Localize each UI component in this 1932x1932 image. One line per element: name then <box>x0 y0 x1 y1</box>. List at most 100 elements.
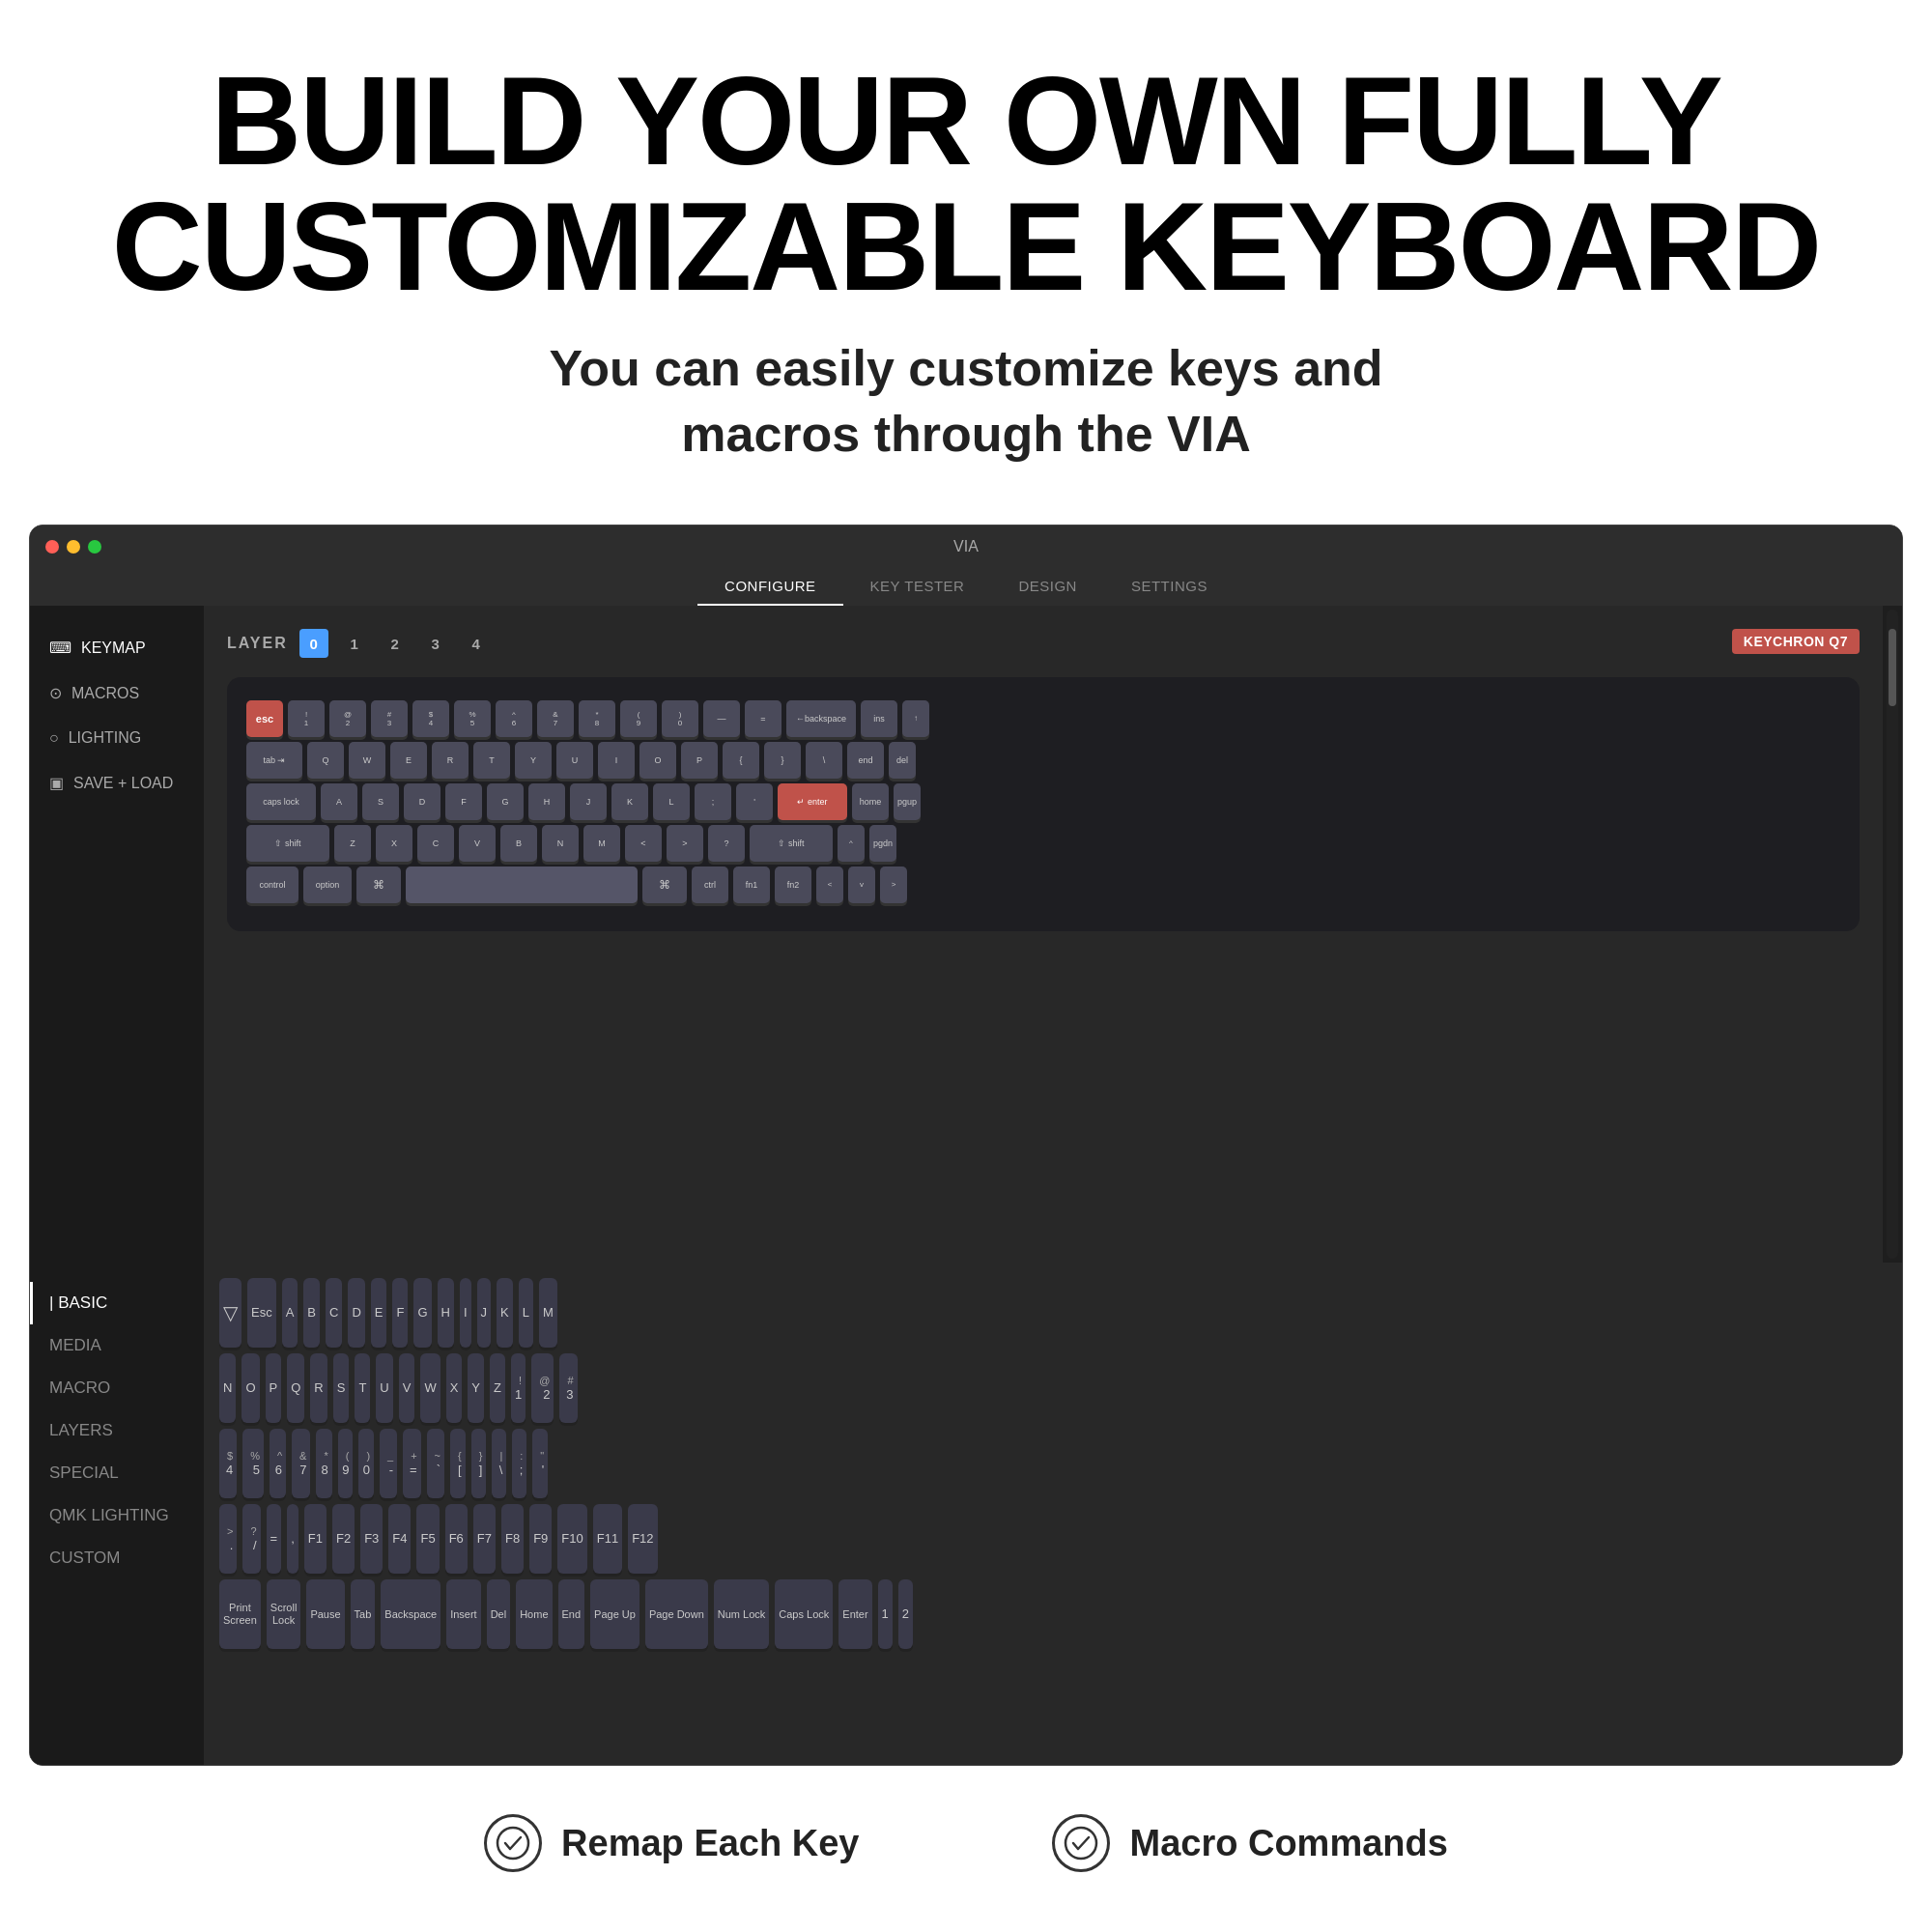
grid-key-e[interactable]: E <box>371 1278 387 1348</box>
maximize-dot[interactable] <box>88 540 101 554</box>
grid-key-n[interactable]: N <box>219 1353 236 1423</box>
key-enter[interactable]: ↵ enter <box>778 783 847 820</box>
scrollbar[interactable] <box>1887 610 1898 1259</box>
grid-key-f4[interactable]: F4 <box>388 1504 411 1574</box>
grid-key-numlock[interactable]: Num Lock <box>714 1579 770 1649</box>
grid-key-g[interactable]: G <box>413 1278 431 1348</box>
grid-key-pause[interactable]: Pause <box>306 1579 344 1649</box>
key-7[interactable]: &7 <box>537 700 574 737</box>
sidebar-item-keymap[interactable]: ⌨ KEYMAP <box>30 625 204 670</box>
key-cmd-left[interactable]: ⌘ <box>356 867 401 903</box>
grid-key-f1[interactable]: F1 <box>304 1504 327 1574</box>
grid-key-y[interactable]: Y <box>468 1353 484 1423</box>
key-5[interactable]: %5 <box>454 700 491 737</box>
grid-key-dquote[interactable]: "' <box>532 1429 548 1498</box>
key-fn1[interactable]: fn1 <box>733 867 770 903</box>
grid-key-empty[interactable]: ▽ <box>219 1278 242 1348</box>
layer-2[interactable]: 2 <box>381 629 410 658</box>
category-special[interactable]: SPECIAL <box>30 1452 204 1494</box>
key-3[interactable]: #3 <box>371 700 408 737</box>
key-lbracket[interactable]: { <box>723 742 759 779</box>
grid-key-end2[interactable]: End <box>558 1579 585 1649</box>
grid-key-f12[interactable]: F12 <box>628 1504 657 1574</box>
grid-key-colon[interactable]: :; <box>512 1429 526 1498</box>
layer-4[interactable]: 4 <box>462 629 491 658</box>
grid-key-o[interactable]: O <box>242 1353 259 1423</box>
grid-key-f[interactable]: F <box>392 1278 408 1348</box>
grid-key-langle[interactable]: >. <box>219 1504 237 1574</box>
key-del[interactable]: del <box>889 742 916 779</box>
key-home[interactable]: home <box>852 783 889 820</box>
key-y[interactable]: Y <box>515 742 552 779</box>
key-f[interactable]: F <box>445 783 482 820</box>
grid-key-plus[interactable]: += <box>403 1429 420 1498</box>
key-d[interactable]: D <box>404 783 440 820</box>
tab-configure[interactable]: CONFIGURE <box>697 568 843 606</box>
key-4[interactable]: $4 <box>412 700 449 737</box>
grid-key-insert[interactable]: Insert <box>446 1579 481 1649</box>
grid-key-home2[interactable]: Home <box>516 1579 552 1649</box>
key-cmd-right[interactable]: ⌘ <box>642 867 687 903</box>
grid-key-rbrace[interactable]: }] <box>471 1429 487 1498</box>
grid-key-at[interactable]: @2 <box>531 1353 554 1423</box>
grid-key-r[interactable]: R <box>310 1353 327 1423</box>
key-quote[interactable]: ' <box>736 783 773 820</box>
grid-key-equals2[interactable]: = <box>267 1504 282 1574</box>
grid-key-excl[interactable]: !1 <box>511 1353 526 1423</box>
key-ins[interactable]: ins <box>861 700 897 737</box>
key-m[interactable]: M <box>583 825 620 862</box>
grid-key-k[interactable]: K <box>497 1278 513 1348</box>
grid-key-d[interactable]: D <box>348 1278 364 1348</box>
key-slash[interactable]: ? <box>708 825 745 862</box>
key-e[interactable]: E <box>390 742 427 779</box>
key-up[interactable]: ^ <box>838 825 865 862</box>
category-macro[interactable]: MACRO <box>30 1367 204 1409</box>
sidebar-item-macros[interactable]: ⊙ MACROS <box>30 670 204 716</box>
key-q[interactable]: Q <box>307 742 344 779</box>
grid-key-j[interactable]: J <box>477 1278 492 1348</box>
key-s[interactable]: S <box>362 783 399 820</box>
key-z[interactable]: Z <box>334 825 371 862</box>
grid-key-question[interactable]: ?/ <box>242 1504 260 1574</box>
grid-key-u[interactable]: U <box>376 1353 392 1423</box>
key-9[interactable]: (9 <box>620 700 657 737</box>
grid-key-b[interactable]: B <box>303 1278 320 1348</box>
key-t[interactable]: T <box>473 742 510 779</box>
key-left[interactable]: < <box>816 867 843 903</box>
key-u[interactable]: U <box>556 742 593 779</box>
grid-key-del2[interactable]: Del <box>487 1579 511 1649</box>
key-8[interactable]: *8 <box>579 700 615 737</box>
key-fn2[interactable]: fn2 <box>775 867 811 903</box>
minimize-dot[interactable] <box>67 540 80 554</box>
grid-key-enter2[interactable]: Enter <box>838 1579 871 1649</box>
key-v[interactable]: V <box>459 825 496 862</box>
key-tab[interactable]: tab ⇥ <box>246 742 302 779</box>
key-backslash[interactable]: \ <box>806 742 842 779</box>
key-down[interactable]: v <box>848 867 875 903</box>
grid-key-star[interactable]: *8 <box>316 1429 331 1498</box>
key-l[interactable]: L <box>653 783 690 820</box>
grid-key-a[interactable]: A <box>282 1278 298 1348</box>
key-option[interactable]: option <box>303 867 352 903</box>
tab-settings[interactable]: SETTINGS <box>1104 568 1235 606</box>
key-p[interactable]: P <box>681 742 718 779</box>
grid-key-i[interactable]: I <box>460 1278 471 1348</box>
scrollbar-thumb[interactable] <box>1889 629 1896 706</box>
key-rbracket[interactable]: } <box>764 742 801 779</box>
grid-key-f9[interactable]: F9 <box>529 1504 552 1574</box>
tab-key-tester[interactable]: KEY TESTER <box>843 568 992 606</box>
grid-key-amp[interactable]: &7 <box>292 1429 310 1498</box>
grid-key-percent[interactable]: %5 <box>242 1429 264 1498</box>
layer-3[interactable]: 3 <box>421 629 450 658</box>
grid-key-s[interactable]: S <box>333 1353 350 1423</box>
key-ctrl-right[interactable]: ctrl <box>692 867 728 903</box>
key-control[interactable]: control <box>246 867 298 903</box>
key-backspace[interactable]: ←backspace <box>786 700 856 737</box>
grid-key-f7[interactable]: F7 <box>473 1504 496 1574</box>
key-b[interactable]: B <box>500 825 537 862</box>
key-esc[interactable]: esc <box>246 700 283 737</box>
grid-key-v[interactable]: V <box>399 1353 415 1423</box>
key-pgup[interactable]: pgup <box>894 783 921 820</box>
grid-key-caret[interactable]: ^6 <box>270 1429 286 1498</box>
close-dot[interactable] <box>45 540 59 554</box>
